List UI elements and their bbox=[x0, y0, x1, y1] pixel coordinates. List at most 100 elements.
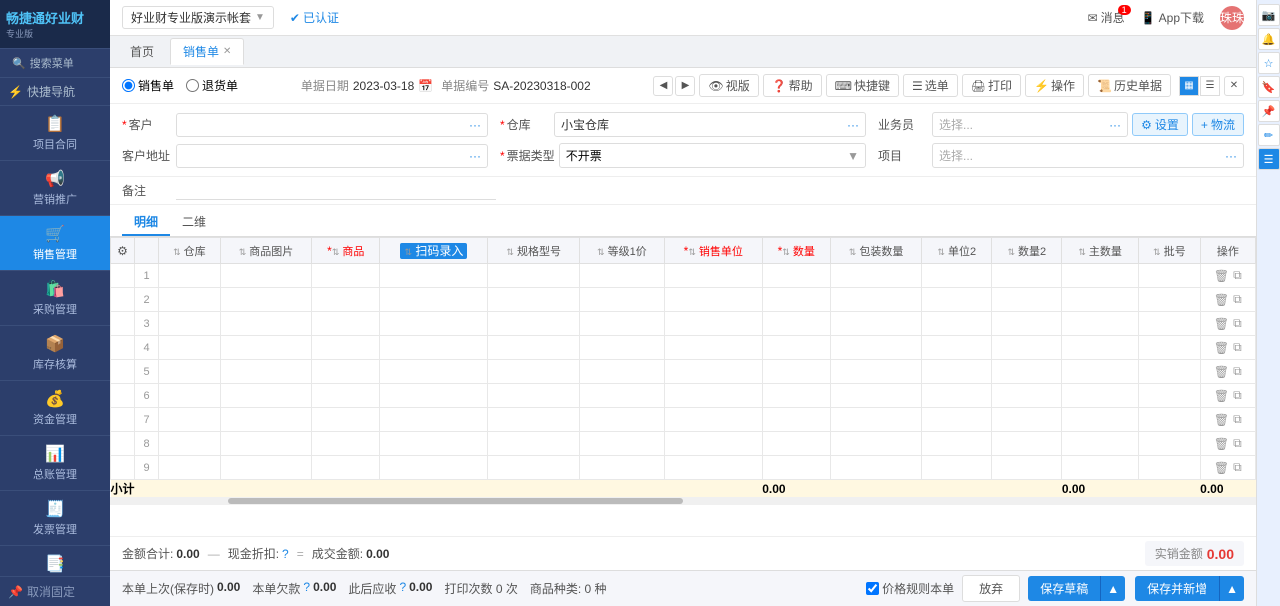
row-unit2[interactable] bbox=[922, 384, 992, 408]
col-qty2[interactable]: ⇅ 数量2 bbox=[992, 238, 1062, 264]
row-unit2[interactable] bbox=[922, 456, 992, 480]
row-unit2[interactable] bbox=[922, 288, 992, 312]
row-unit2[interactable] bbox=[922, 312, 992, 336]
discount-help-icon[interactable]: ? bbox=[282, 547, 289, 561]
row-goods[interactable] bbox=[312, 336, 380, 360]
project-dots-icon[interactable]: ··· bbox=[1225, 149, 1237, 163]
row-qty[interactable] bbox=[762, 264, 830, 288]
row-batch[interactable] bbox=[1138, 432, 1200, 456]
row-batch[interactable] bbox=[1138, 312, 1200, 336]
quick-nav[interactable]: ⚡ 快捷导航 bbox=[0, 78, 110, 106]
row-unit2[interactable] bbox=[922, 432, 992, 456]
sidebar-item-tax[interactable]: 📑 税务管理 bbox=[0, 546, 110, 576]
right-panel-bookmark-icon[interactable]: 🔖 bbox=[1258, 76, 1280, 98]
row-main-qty[interactable] bbox=[1062, 336, 1139, 360]
receivable-help-icon[interactable]: ? bbox=[399, 580, 406, 597]
row-qty[interactable] bbox=[762, 456, 830, 480]
row-sales-unit[interactable] bbox=[664, 264, 762, 288]
row-sales-unit[interactable] bbox=[664, 336, 762, 360]
list-view-button[interactable]: ☰ bbox=[1200, 76, 1220, 96]
row-copy-icon[interactable]: ⧉ bbox=[1233, 412, 1242, 427]
row-main-qty[interactable] bbox=[1062, 456, 1139, 480]
row-warehouse[interactable] bbox=[159, 408, 221, 432]
tab-sales[interactable]: 销售单 ✕ bbox=[170, 38, 244, 65]
help-button[interactable]: ❓帮助 bbox=[763, 74, 822, 97]
row-grade-price[interactable] bbox=[579, 336, 664, 360]
right-panel-active-icon[interactable]: ☰ bbox=[1258, 148, 1280, 170]
row-barcode[interactable] bbox=[380, 408, 488, 432]
row-spec[interactable] bbox=[488, 360, 580, 384]
price-check-label[interactable]: 价格规则本单 bbox=[866, 580, 954, 597]
col-warehouse[interactable]: ⇅ 仓库 bbox=[159, 238, 221, 264]
row-barcode[interactable] bbox=[380, 336, 488, 360]
sidebar-search[interactable]: 🔍 搜索菜单 bbox=[0, 49, 110, 78]
row-batch[interactable] bbox=[1138, 384, 1200, 408]
row-qty2[interactable] bbox=[992, 288, 1062, 312]
project-input[interactable]: 选择... ··· bbox=[932, 143, 1244, 168]
right-panel-star-icon[interactable]: ☆ bbox=[1258, 52, 1280, 74]
row-qty[interactable] bbox=[762, 336, 830, 360]
col-pack-qty[interactable]: ⇅ 包装数量 bbox=[830, 238, 922, 264]
calendar-icon[interactable]: 📅 bbox=[418, 79, 433, 93]
row-batch[interactable] bbox=[1138, 264, 1200, 288]
save-new-button[interactable]: 保存并新增 bbox=[1135, 576, 1219, 601]
row-unit2[interactable] bbox=[922, 408, 992, 432]
radio-sales[interactable]: 销售单 bbox=[122, 77, 174, 94]
row-image[interactable] bbox=[220, 456, 312, 480]
scrollbar-thumb[interactable] bbox=[228, 498, 683, 504]
row-sales-unit[interactable] bbox=[664, 288, 762, 312]
row-image[interactable] bbox=[220, 432, 312, 456]
row-main-qty[interactable] bbox=[1062, 360, 1139, 384]
warehouse-dots-icon[interactable]: ··· bbox=[847, 118, 859, 132]
action-button[interactable]: ⚡操作 bbox=[1025, 74, 1084, 97]
sidebar-item-accounting[interactable]: 📊 总账管理 bbox=[0, 436, 110, 491]
col-qty[interactable]: *⇅ 数量 bbox=[762, 238, 830, 264]
row-batch[interactable] bbox=[1138, 408, 1200, 432]
row-image[interactable] bbox=[220, 360, 312, 384]
note-input[interactable] bbox=[176, 181, 496, 200]
row-pack-qty[interactable] bbox=[830, 432, 922, 456]
row-qty2[interactable] bbox=[992, 264, 1062, 288]
row-spec[interactable] bbox=[488, 384, 580, 408]
row-copy-icon[interactable]: ⧉ bbox=[1233, 436, 1242, 451]
salesperson-dots-icon[interactable]: ··· bbox=[1109, 118, 1121, 132]
row-main-qty[interactable] bbox=[1062, 288, 1139, 312]
row-main-qty[interactable] bbox=[1062, 264, 1139, 288]
row-qty[interactable] bbox=[762, 288, 830, 312]
row-barcode[interactable] bbox=[380, 360, 488, 384]
row-image[interactable] bbox=[220, 336, 312, 360]
row-goods[interactable] bbox=[312, 288, 380, 312]
row-delete-icon[interactable]: 🗑 bbox=[1214, 293, 1229, 307]
row-sales-unit[interactable] bbox=[664, 312, 762, 336]
row-warehouse[interactable] bbox=[159, 360, 221, 384]
row-warehouse[interactable] bbox=[159, 264, 221, 288]
address-dots-icon[interactable]: ··· bbox=[469, 149, 481, 163]
row-sales-unit[interactable] bbox=[664, 432, 762, 456]
row-pack-qty[interactable] bbox=[830, 264, 922, 288]
row-goods[interactable] bbox=[312, 456, 380, 480]
row-goods[interactable] bbox=[312, 384, 380, 408]
nav-prev-button[interactable]: ◀ bbox=[653, 76, 673, 96]
row-qty2[interactable] bbox=[992, 360, 1062, 384]
row-delete-icon[interactable]: 🗑 bbox=[1214, 461, 1229, 475]
tab-erwei[interactable]: 二维 bbox=[170, 209, 218, 236]
sidebar-item-sales[interactable]: 🛒 销售管理 bbox=[0, 216, 110, 271]
row-barcode[interactable] bbox=[380, 456, 488, 480]
row-qty[interactable] bbox=[762, 408, 830, 432]
row-qty[interactable] bbox=[762, 360, 830, 384]
save-new-arrow-button[interactable]: ▲ bbox=[1219, 576, 1244, 601]
right-panel-edit-icon[interactable]: ✏ bbox=[1258, 124, 1280, 146]
row-goods[interactable] bbox=[312, 432, 380, 456]
date-value[interactable]: 2023-03-18 bbox=[353, 79, 414, 93]
row-qty2[interactable] bbox=[992, 456, 1062, 480]
print-button[interactable]: 🖨打印 bbox=[962, 74, 1021, 97]
row-barcode[interactable] bbox=[380, 312, 488, 336]
row-grade-price[interactable] bbox=[579, 288, 664, 312]
row-main-qty[interactable] bbox=[1062, 384, 1139, 408]
save-draft-arrow-button[interactable]: ▲ bbox=[1100, 576, 1125, 601]
row-warehouse[interactable] bbox=[159, 336, 221, 360]
row-warehouse[interactable] bbox=[159, 312, 221, 336]
address-input[interactable]: ··· bbox=[176, 144, 488, 168]
col-settings[interactable]: ⚙ bbox=[111, 238, 135, 264]
row-copy-icon[interactable]: ⧉ bbox=[1233, 340, 1242, 355]
